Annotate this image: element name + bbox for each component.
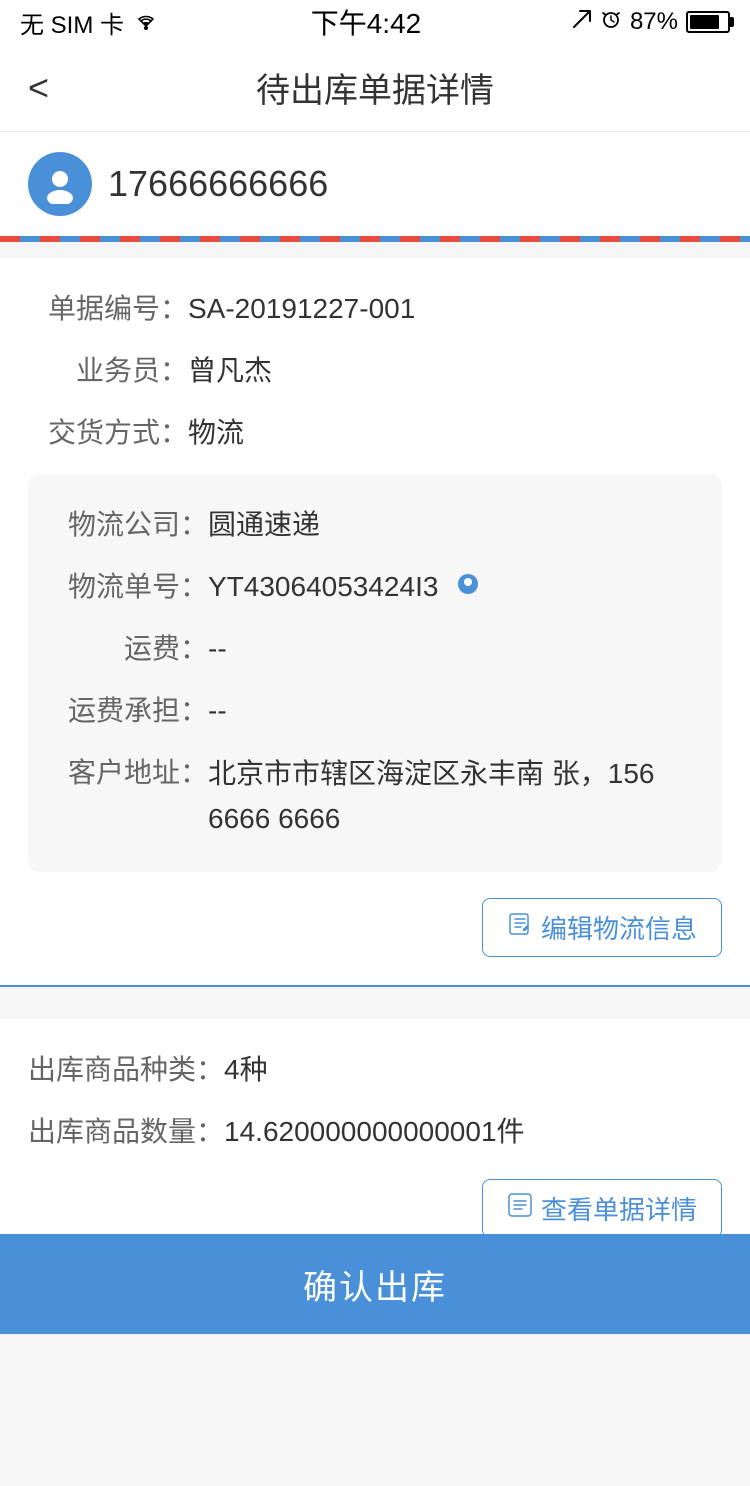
edit-btn-area: 编辑物流信息 — [28, 882, 722, 965]
list-icon — [507, 1192, 533, 1225]
outbound-types-label: 出库商品种类： — [28, 1049, 224, 1091]
tracking-no-value: YT43064053424I3 — [208, 566, 438, 608]
logistics-company-label: 物流公司： — [48, 504, 208, 546]
location-pin-icon[interactable] — [450, 569, 486, 605]
freight-row: 运费： -- — [48, 618, 702, 680]
outbound-quantity-row: 出库商品数量： 14.620000000000001件 — [28, 1101, 722, 1163]
status-left: 无 SIM 卡 — [20, 5, 160, 40]
outbound-types-value: 4种 — [224, 1049, 722, 1091]
outbound-types-row: 出库商品种类： 4种 — [28, 1039, 722, 1101]
back-button[interactable]: < — [28, 67, 49, 109]
page-title: 待出库单据详情 — [256, 63, 494, 112]
tracking-row: 物流单号： YT43064053424I3 — [48, 556, 702, 618]
edit-logistics-button[interactable]: 编辑物流信息 — [482, 898, 722, 957]
section-gap — [0, 987, 750, 1003]
wifi-icon — [132, 8, 160, 37]
address-row: 客户地址： 北京市市辖区海淀区永丰南 张，156 6666 6666 — [48, 742, 702, 852]
status-time: 下午4:42 — [311, 2, 422, 42]
logistics-company-row: 物流公司： 圆通速递 — [48, 494, 702, 556]
order-no-row: 单据编号： SA-20191227-001 — [28, 278, 722, 340]
salesperson-label: 业务员： — [28, 350, 188, 392]
carrier-text: 无 SIM 卡 — [20, 5, 124, 40]
address-value: 北京市市辖区海淀区永丰南 张，156 6666 6666 — [208, 752, 702, 842]
freight-bearer-value: -- — [208, 690, 702, 732]
location-icon — [572, 8, 592, 36]
logistics-box: 物流公司： 圆通速递 物流单号： YT43064053424I3 — [28, 474, 722, 872]
edit-icon — [507, 911, 533, 944]
customer-phone: 17666666666 — [108, 163, 328, 205]
outbound-quantity-label: 出库商品数量： — [28, 1111, 224, 1153]
customer-header: 17666666666 — [0, 132, 750, 236]
basic-info-section: 单据编号： SA-20191227-001 业务员： 曾凡杰 交货方式： 物流 … — [0, 258, 750, 985]
freight-bearer-row: 运费承担： -- — [48, 680, 702, 742]
delivery-value: 物流 — [188, 412, 722, 454]
confirm-outbound-button[interactable]: 确认出库 — [303, 1260, 447, 1309]
freight-bearer-label: 运费承担： — [48, 690, 208, 732]
alarm-icon — [600, 8, 622, 37]
tracking-label: 物流单号： — [48, 566, 208, 608]
order-no-value: SA-20191227-001 — [188, 288, 722, 330]
address-label: 客户地址： — [48, 752, 208, 794]
nav-bar: < 待出库单据详情 — [0, 44, 750, 132]
delivery-row: 交货方式： 物流 — [28, 402, 722, 464]
delivery-label: 交货方式： — [28, 412, 188, 454]
order-no-label: 单据编号： — [28, 288, 188, 330]
avatar — [28, 152, 92, 216]
outbound-quantity-value: 14.620000000000001件 — [224, 1111, 722, 1153]
dashed-divider — [0, 236, 750, 242]
battery-text: 87% — [630, 8, 678, 36]
outbound-section: 出库商品种类： 4种 出库商品数量： 14.620000000000001件 查… — [0, 1019, 750, 1266]
logistics-company-value: 圆通速递 — [208, 504, 702, 546]
salesperson-row: 业务员： 曾凡杰 — [28, 340, 722, 402]
status-right: 87% — [572, 8, 730, 37]
view-detail-label: 查看单据详情 — [541, 1190, 697, 1227]
battery-icon — [686, 11, 730, 33]
view-detail-button[interactable]: 查看单据详情 — [482, 1179, 722, 1238]
salesperson-value: 曾凡杰 — [188, 350, 722, 392]
confirm-area: 确认出库 — [0, 1234, 750, 1334]
freight-value: -- — [208, 628, 702, 670]
edit-logistics-label: 编辑物流信息 — [541, 909, 697, 946]
freight-label: 运费： — [48, 628, 208, 670]
status-bar: 无 SIM 卡 下午4:42 — [0, 0, 750, 44]
